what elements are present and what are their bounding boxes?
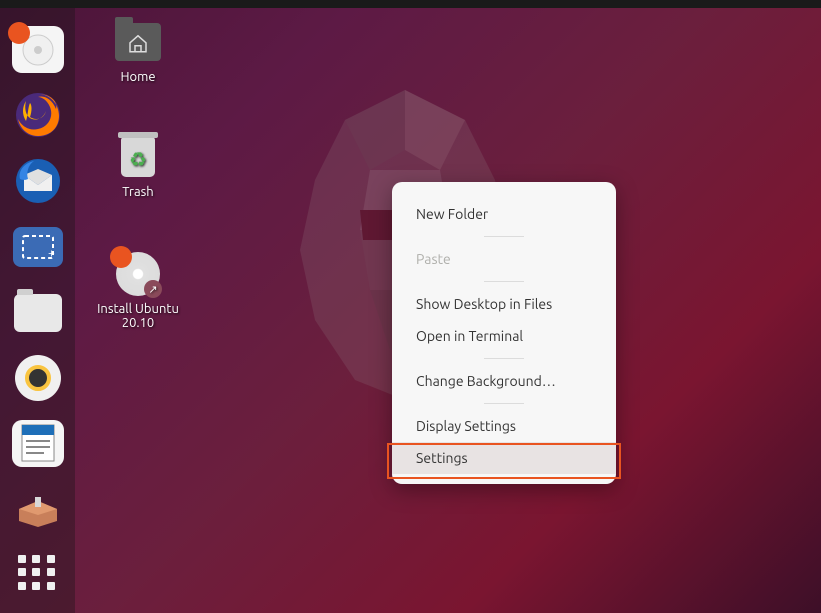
dock-rhythmbox[interactable]: [12, 354, 64, 401]
menu-item-change-background[interactable]: Change Background…: [392, 365, 616, 397]
shortcut-arrow-icon: ↗: [144, 280, 162, 298]
menu-item-display-settings[interactable]: Display Settings: [392, 410, 616, 442]
menu-item-new-folder[interactable]: New Folder: [392, 198, 616, 230]
ubuntu-logo-icon: [8, 22, 30, 44]
rhythmbox-icon: [15, 355, 61, 401]
desktop-icon-label: Home: [88, 70, 188, 84]
desktop-context-menu: New Folder Paste Show Desktop in Files O…: [392, 182, 616, 484]
screenshot-icon: +: [13, 227, 63, 267]
dock-show-applications[interactable]: [18, 555, 58, 591]
writer-icon: [16, 421, 60, 465]
menu-separator: [484, 358, 524, 359]
dock-screenshot[interactable]: +: [12, 223, 64, 270]
desktop-icon-home[interactable]: Home: [88, 20, 188, 84]
ubuntu-logo-icon: [110, 246, 132, 268]
dock-ubuntu-installer[interactable]: [12, 26, 64, 73]
dock: +: [0, 8, 75, 613]
disc-icon: ↗: [116, 252, 160, 296]
menu-item-paste: Paste: [392, 243, 616, 275]
desktop-icon-install-ubuntu[interactable]: ↗ Install Ubuntu 20.10: [88, 252, 188, 330]
desktop-icon-label: Trash: [88, 185, 188, 199]
files-icon: [14, 294, 62, 332]
menu-item-show-desktop-in-files[interactable]: Show Desktop in Files: [392, 288, 616, 320]
top-panel: [0, 0, 821, 8]
menu-separator: [484, 236, 524, 237]
menu-separator: [484, 403, 524, 404]
menu-separator: [484, 281, 524, 282]
desktop-icon-trash[interactable]: ♻ Trash: [88, 135, 188, 199]
trash-icon: ♻: [121, 137, 155, 177]
dock-libreoffice-writer[interactable]: [12, 420, 64, 467]
dock-software-center[interactable]: [12, 489, 64, 536]
thunderbird-icon: [14, 157, 62, 205]
software-icon: [15, 497, 61, 529]
dock-files[interactable]: [12, 289, 64, 336]
menu-item-open-in-terminal[interactable]: Open in Terminal: [392, 320, 616, 352]
desktop-icon-label: Install Ubuntu 20.10: [88, 302, 188, 330]
menu-item-settings[interactable]: Settings: [392, 442, 616, 474]
folder-icon: [115, 23, 161, 61]
svg-text:+: +: [48, 247, 55, 260]
dock-thunderbird[interactable]: [12, 157, 64, 205]
dock-firefox[interactable]: [12, 91, 64, 139]
firefox-icon: [14, 91, 62, 139]
